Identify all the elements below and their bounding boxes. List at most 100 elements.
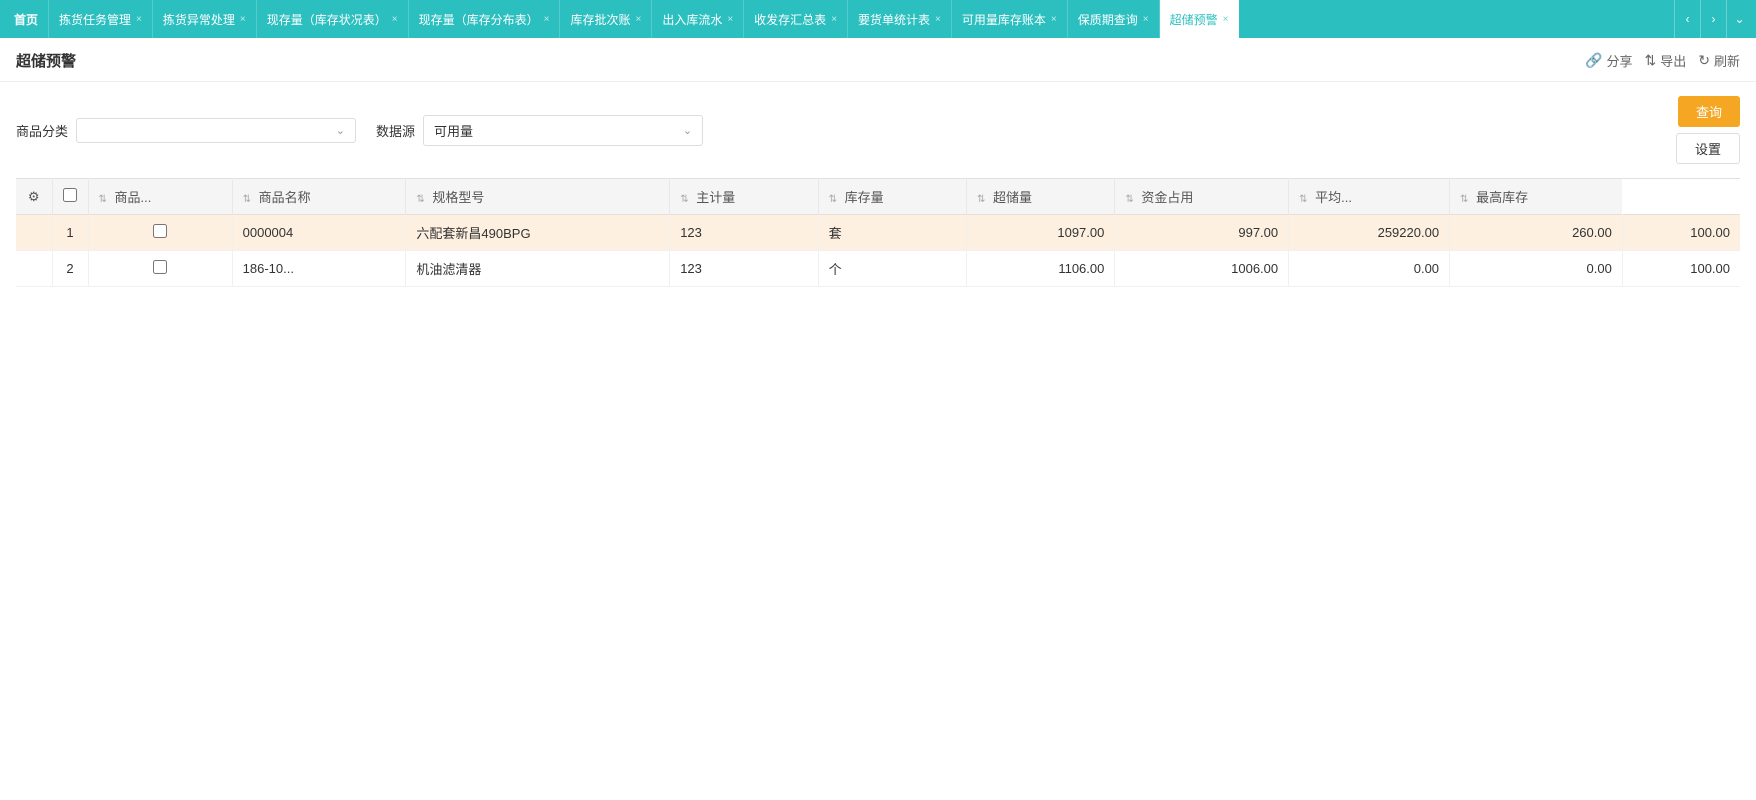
export-button[interactable]: ⇅ 导出 [1645, 51, 1687, 70]
row-num-0: 1 [52, 215, 88, 251]
row-select-checkbox-1[interactable] [153, 260, 167, 274]
nav-tab-avail-label: 可用量库存账本 [962, 11, 1046, 28]
col-header-checkbox[interactable] [52, 179, 88, 215]
row-stock-1: 1106.00 [966, 251, 1114, 287]
nav-tab-expiry-close[interactable]: × [1143, 14, 1149, 25]
nav-tab-stock-dist-close[interactable]: × [544, 14, 550, 25]
table-row: 1 0000004 六配套新昌490BPG 123 套 1097.00 997.… [16, 215, 1740, 251]
row-overstock-0: 997.00 [1115, 215, 1289, 251]
nav-tab-expiry-label: 保质期查询 [1078, 11, 1138, 28]
export-icon: ⇅ [1645, 52, 1657, 69]
nav-tab-task-mgmt[interactable]: 拣货任务管理 × [49, 0, 153, 38]
category-select[interactable]: ⌄ [76, 118, 356, 143]
nav-arrow-menu[interactable]: ⌄ [1726, 0, 1752, 38]
sort-icon-unit: ⇅ [680, 194, 688, 205]
col-header-max-stock[interactable]: ⇅ 最高库存 [1450, 179, 1623, 215]
refresh-button[interactable]: ↻ 刷新 [1698, 51, 1740, 70]
share-label: 分享 [1606, 51, 1632, 70]
settings-button[interactable]: 设置 [1676, 133, 1740, 164]
row-max-stock-0: 100.00 [1622, 215, 1740, 251]
nav-arrow-right[interactable]: › [1700, 0, 1726, 38]
nav-tab-stock-status[interactable]: 现存量（库存状况表） × [257, 0, 409, 38]
col-header-overstock[interactable]: ⇅ 超储量 [966, 179, 1114, 215]
datasource-value: 可用量 [434, 121, 473, 140]
nav-tab-avail[interactable]: 可用量库存账本 × [952, 0, 1068, 38]
nav-tab-overstock-label: 超储预警 [1170, 11, 1218, 28]
nav-tab-batch-label: 库存批次账 [570, 11, 630, 28]
filter-buttons: 查询 设置 [1676, 96, 1740, 164]
nav-tab-req-stat-close[interactable]: × [935, 14, 941, 25]
export-label: 导出 [1660, 51, 1686, 70]
col-header-product-code[interactable]: ⇅ 商品... [88, 179, 232, 215]
row-product-code-1: 186-10... [232, 251, 406, 287]
nav-tab-exception-close[interactable]: × [240, 14, 246, 25]
row-select-checkbox-0[interactable] [153, 224, 167, 238]
table-row: 2 186-10... 机油滤清器 123 个 1106.00 1006.00 … [16, 251, 1740, 287]
select-all-checkbox[interactable] [63, 188, 77, 202]
datasource-filter: 数据源 可用量 ⌄ [376, 115, 703, 146]
sort-icon-stock: ⇅ [829, 194, 837, 205]
nav-tab-stock-dist-label: 现存量（库存分布表） [419, 11, 539, 28]
category-label: 商品分类 [16, 121, 68, 140]
row-checkbox-0[interactable] [88, 215, 232, 251]
nav-tab-overstock[interactable]: 超储预警 × [1160, 0, 1240, 38]
sort-icon-product-name: ⇅ [243, 194, 251, 205]
nav-tab-flow[interactable]: 出入库流水 × [652, 0, 744, 38]
nav-tab-overstock-close[interactable]: × [1223, 14, 1229, 25]
sort-icon-spec: ⇅ [416, 194, 424, 205]
nav-tab-stock-dist[interactable]: 现存量（库存分布表） × [409, 0, 561, 38]
col-header-unit[interactable]: ⇅ 主计量 [670, 179, 818, 215]
col-header-stock[interactable]: ⇅ 库存量 [818, 179, 966, 215]
nav-tab-flow-close[interactable]: × [727, 14, 733, 25]
nav-tab-batch-close[interactable]: × [635, 14, 641, 25]
nav-tab-home-label: 首页 [14, 11, 38, 28]
row-capital-1: 0.00 [1289, 251, 1450, 287]
nav-tab-exception[interactable]: 拣货异常处理 × [153, 0, 257, 38]
col-header-avg[interactable]: ⇅ 平均... [1289, 179, 1450, 215]
nav-tab-summary[interactable]: 收发存汇总表 × [744, 0, 848, 38]
category-chevron-icon: ⌄ [336, 124, 345, 137]
nav-tab-stock-status-label: 现存量（库存状况表） [267, 11, 387, 28]
nav-tab-req-stat-label: 要货单统计表 [858, 11, 930, 28]
nav-arrow-left[interactable]: ‹ [1674, 0, 1700, 38]
row-capital-0: 259220.00 [1289, 215, 1450, 251]
refresh-label: 刷新 [1714, 51, 1740, 70]
nav-tab-flow-label: 出入库流水 [662, 11, 722, 28]
share-icon: 🔗 [1585, 52, 1602, 69]
nav-tab-batch[interactable]: 库存批次账 × [560, 0, 652, 38]
datasource-select[interactable]: 可用量 ⌄ [423, 115, 703, 146]
col-header-capital[interactable]: ⇅ 资金占用 [1115, 179, 1289, 215]
row-unit-1: 个 [818, 251, 966, 287]
nav-tab-exception-label: 拣货异常处理 [163, 11, 235, 28]
row-overstock-1: 1006.00 [1115, 251, 1289, 287]
query-button[interactable]: 查询 [1678, 96, 1740, 127]
sort-icon-product-code: ⇅ [99, 194, 107, 205]
row-avg-1: 0.00 [1450, 251, 1623, 287]
col-header-spec[interactable]: ⇅ 规格型号 [406, 179, 670, 215]
table-header-row: ⚙ ⇅ 商品... ⇅ 商品名称 ⇅ 规格型号 [16, 179, 1740, 215]
row-avg-0: 260.00 [1450, 215, 1623, 251]
col-header-product-name[interactable]: ⇅ 商品名称 [232, 179, 406, 215]
nav-tab-stock-status-close[interactable]: × [392, 14, 398, 25]
row-unit-0: 套 [818, 215, 966, 251]
nav-tab-summary-label: 收发存汇总表 [754, 11, 826, 28]
nav-tab-avail-close[interactable]: × [1051, 14, 1057, 25]
row-num-1: 2 [52, 251, 88, 287]
table-container: ⚙ ⇅ 商品... ⇅ 商品名称 ⇅ 规格型号 [0, 178, 1756, 287]
sort-icon-capital: ⇅ [1125, 194, 1133, 205]
row-spec-1: 123 [670, 251, 818, 287]
nav-tab-expiry[interactable]: 保质期查询 × [1068, 0, 1160, 38]
gear-icon: ⚙ [28, 189, 40, 204]
nav-tab-summary-close[interactable]: × [831, 14, 837, 25]
row-spec-0: 123 [670, 215, 818, 251]
nav-tab-home[interactable]: 首页 [4, 0, 49, 38]
col-header-gear[interactable]: ⚙ [16, 179, 52, 215]
share-button[interactable]: 🔗 分享 [1585, 51, 1632, 70]
row-checkbox-1[interactable] [88, 251, 232, 287]
nav-tab-req-stat[interactable]: 要货单统计表 × [848, 0, 952, 38]
page-header: 超储预警 🔗 分享 ⇅ 导出 ↻ 刷新 [0, 38, 1756, 82]
top-navigation: 首页 拣货任务管理 × 拣货异常处理 × 现存量（库存状况表） × 现存量（库存… [0, 0, 1756, 38]
nav-tab-task-mgmt-close[interactable]: × [136, 14, 142, 25]
row-product-name-0: 六配套新昌490BPG [406, 215, 670, 251]
row-max-stock-1: 100.00 [1622, 251, 1740, 287]
